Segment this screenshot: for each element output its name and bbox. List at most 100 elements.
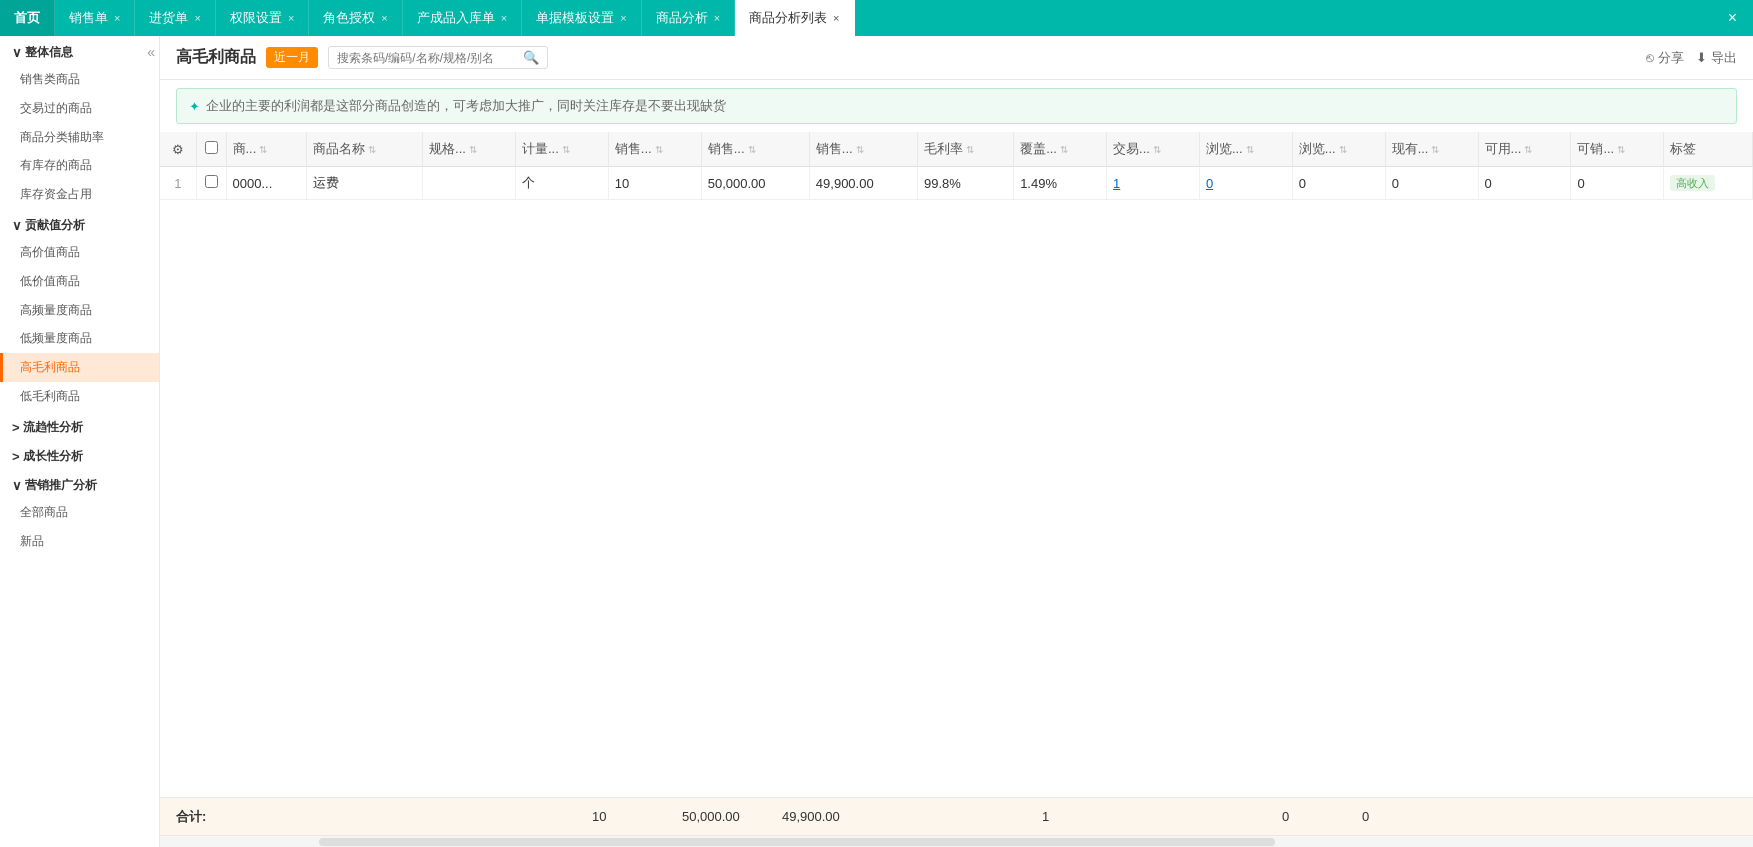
browse1: 0 [1199, 167, 1292, 200]
nav-close-all[interactable]: × [1720, 9, 1753, 27]
horizontal-scrollbar[interactable] [160, 835, 1753, 847]
nav-close-icon-purchase-order[interactable]: × [194, 12, 200, 24]
footer-sales-cost: 49,900.00 [776, 809, 876, 824]
sidebar-item-new-products[interactable]: 新品 [0, 527, 159, 556]
col-header-sellable[interactable]: 可销...⇅ [1571, 132, 1664, 167]
link-value[interactable]: 0 [1206, 176, 1213, 191]
group-arrow-icon: ∨ [12, 218, 22, 233]
footer-total: 合计: 10 50,000.00 49,900.00 1 0 0 [160, 797, 1753, 835]
col-header-available-stock[interactable]: 可用...⇅ [1478, 132, 1571, 167]
nav-item-permission-settings[interactable]: 权限设置× [216, 0, 309, 36]
sidebar-item-low-value[interactable]: 低价值商品 [0, 267, 159, 296]
col-header-current-stock[interactable]: 现有...⇅ [1385, 132, 1478, 167]
footer-placeholder1 [876, 809, 956, 824]
product-code: 0000... [226, 167, 307, 200]
nav-item-product-analysis-list[interactable]: 商品分析列表× [735, 0, 854, 36]
nav-item-sales-order[interactable]: 销售单× [55, 0, 135, 36]
export-label: 导出 [1711, 49, 1737, 67]
nav-close-icon-product-entry[interactable]: × [501, 12, 507, 24]
info-icon: ✦ [189, 99, 200, 114]
gross-margin: 99.8% [917, 167, 1013, 200]
col-header-gross-margin[interactable]: 毛利率⇅ [917, 132, 1013, 167]
sidebar-item-high-frequency[interactable]: 高频量度商品 [0, 296, 159, 325]
col-header-coverage[interactable]: 覆盖...⇅ [1014, 132, 1107, 167]
search-input[interactable] [337, 51, 523, 65]
nav-close-icon-sales-order[interactable]: × [114, 12, 120, 24]
col-header-row-num: ⚙ [160, 132, 196, 167]
sort-icon-unit: ⇅ [562, 144, 570, 155]
settings-icon[interactable]: ⚙ [172, 142, 184, 157]
footer-sales-qty: 10 [586, 809, 676, 824]
col-header-code[interactable]: 商...⇅ [226, 132, 307, 167]
sort-icon-browse1: ⇅ [1246, 144, 1254, 155]
sales-amount: 50,000.00 [701, 167, 809, 200]
coverage: 1.49% [1014, 167, 1107, 200]
export-icon: ⬇ [1696, 50, 1707, 65]
col-header-unit[interactable]: 计量...⇅ [515, 132, 608, 167]
browse2: 0 [1292, 167, 1385, 200]
sidebar-group-overall-info[interactable]: ∨ 整体信息 [0, 36, 159, 65]
sidebar-item-analysis-assist[interactable]: 商品分类辅助率 [0, 123, 159, 152]
col-header-browse2[interactable]: 浏览...⇅ [1292, 132, 1385, 167]
row-checkbox-input[interactable] [205, 175, 218, 188]
select-all-checkbox[interactable] [205, 141, 218, 154]
sidebar-item-high-value[interactable]: 高价值商品 [0, 238, 159, 267]
footer-available-stock: 0 [1356, 809, 1436, 824]
nav-item-order-template[interactable]: 单据模板设置× [522, 0, 641, 36]
sidebar-item-capital-occupation[interactable]: 库存资金占用 [0, 180, 159, 209]
sidebar-group-marketing-analysis[interactable]: ∨ 营销推广分析 [0, 469, 159, 498]
col-header-sales-amount[interactable]: 销售...⇅ [701, 132, 809, 167]
group-arrow-icon: > [12, 420, 20, 435]
table-container: ⚙商...⇅商品名称⇅规格...⇅计量...⇅销售...⇅销售...⇅销售...… [160, 132, 1753, 797]
nav-item-home[interactable]: 首页 [0, 0, 55, 36]
export-button[interactable]: ⬇ 导出 [1696, 49, 1737, 67]
sidebar-item-high-profit[interactable]: 高毛利商品 [0, 353, 159, 382]
sidebar-item-low-profit[interactable]: 低毛利商品 [0, 382, 159, 411]
row-checkbox[interactable] [196, 167, 226, 200]
link-value[interactable]: 1 [1113, 176, 1120, 191]
product-name[interactable]: 运费 [307, 167, 423, 200]
footer-placeholder2 [956, 809, 1036, 824]
nav-item-product-entry[interactable]: 产成品入库单× [403, 0, 522, 36]
sidebar-group-trend-analysis[interactable]: > 流趋性分析 [0, 411, 159, 440]
nav-item-purchase-order[interactable]: 进货单× [135, 0, 215, 36]
col-header-sales-qty[interactable]: 销售...⇅ [608, 132, 701, 167]
time-filter-button[interactable]: 近一月 [266, 47, 318, 68]
sidebar-item-low-frequency[interactable]: 低频量度商品 [0, 324, 159, 353]
sidebar-item-all-products[interactable]: 全部商品 [0, 498, 159, 527]
nav-item-product-analysis[interactable]: 商品分析× [642, 0, 735, 36]
group-arrow-icon: ∨ [12, 45, 22, 60]
sidebar-item-sales-ranking[interactable]: 销售类商品 [0, 65, 159, 94]
sort-icon-sales-cost: ⇅ [856, 144, 864, 155]
col-header-checkbox [196, 132, 226, 167]
col-header-browse1[interactable]: 浏览...⇅ [1199, 132, 1292, 167]
col-header-sales-cost[interactable]: 销售...⇅ [809, 132, 917, 167]
nav-close-icon-product-analysis-list[interactable]: × [833, 12, 839, 24]
sort-icon-sales-amount: ⇅ [748, 144, 756, 155]
sidebar-item-in-stock[interactable]: 有库存的商品 [0, 151, 159, 180]
col-header-name[interactable]: 商品名称⇅ [307, 132, 423, 167]
nav-item-role-permissions[interactable]: 角色授权× [309, 0, 402, 36]
search-icon[interactable]: 🔍 [523, 50, 539, 65]
footer-transaction: 1 [1036, 809, 1116, 824]
sidebar-group-asset-analysis[interactable]: ∨ 贡献值分析 [0, 209, 159, 238]
sort-icon-current-stock: ⇅ [1431, 144, 1439, 155]
sidebar-collapse-button[interactable]: « [147, 44, 155, 60]
col-header-spec[interactable]: 规格...⇅ [423, 132, 516, 167]
nav-close-icon-order-template[interactable]: × [620, 12, 626, 24]
sort-icon-transaction: ⇅ [1153, 144, 1161, 155]
nav-close-icon-role-permissions[interactable]: × [381, 12, 387, 24]
share-button[interactable]: ⎋ 分享 [1646, 49, 1684, 67]
col-header-transaction[interactable]: 交易...⇅ [1107, 132, 1200, 167]
nav-close-icon-permission-settings[interactable]: × [288, 12, 294, 24]
data-table: ⚙商...⇅商品名称⇅规格...⇅计量...⇅销售...⇅销售...⇅销售...… [160, 132, 1753, 200]
product-spec [423, 167, 516, 200]
sidebar-group-growth-analysis[interactable]: > 成长性分析 [0, 440, 159, 469]
footer-placeholder3 [1116, 809, 1196, 824]
scrollbar-thumb[interactable] [319, 838, 1275, 846]
product-tag: 高收入 [1664, 167, 1753, 200]
nav-close-icon-product-analysis[interactable]: × [714, 12, 720, 24]
close-all-icon[interactable]: × [1720, 9, 1745, 27]
sidebar-item-traded-products[interactable]: 交易过的商品 [0, 94, 159, 123]
top-nav: 首页销售单×进货单×权限设置×角色授权×产成品入库单×单据模板设置×商品分析×商… [0, 0, 1753, 36]
